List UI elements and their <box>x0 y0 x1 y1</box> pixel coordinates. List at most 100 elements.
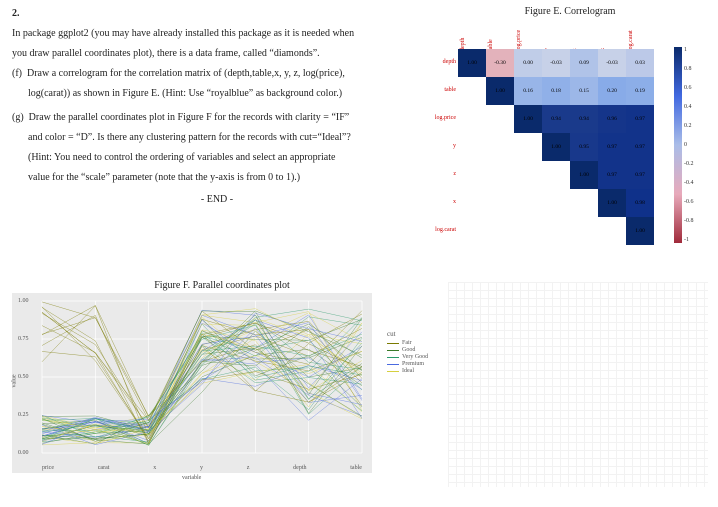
colorbar-tick: 0.6 <box>684 85 694 91</box>
colorbar-tick: -0.4 <box>684 180 694 186</box>
question-text: 2. In package ggplot2 (you may have alre… <box>12 6 422 212</box>
corr-cell: 0.95 <box>570 133 598 161</box>
corr-cell: 1.00 <box>486 77 514 105</box>
item-g-line3: (Hint: You need to control the ordering … <box>12 150 422 166</box>
corr-cell: 0.18 <box>542 77 570 105</box>
parallel-y-tick: 0.00 <box>18 450 29 456</box>
blank-grid-area <box>448 282 708 487</box>
parallel-title: Figure F. Parallel coordinates plot <box>12 280 432 291</box>
parallel-y-tick: 0.25 <box>18 412 29 418</box>
corr-cell: 0.97 <box>626 133 654 161</box>
colorbar-tick: 0 <box>684 142 694 148</box>
colorbar-tick: -1 <box>684 237 694 243</box>
parallel-svg <box>12 293 372 473</box>
corr-cell: -0.03 <box>598 49 626 77</box>
legend-label: Ideal <box>402 368 414 374</box>
colorbar-labels: 10.80.60.40.20-0.2-0.4-0.6-0.8-1 <box>684 47 694 243</box>
parallel-x-tick: carat <box>98 465 110 471</box>
corr-cell: 1.00 <box>570 161 598 189</box>
corr-row-label: z <box>430 171 456 177</box>
legend-label: Very Good <box>402 354 428 360</box>
legend-swatch <box>387 350 399 351</box>
corr-cell: 0.98 <box>626 189 654 217</box>
colorbar-tick: -0.2 <box>684 161 694 167</box>
corr-cell: 0.09 <box>570 49 598 77</box>
corr-cell: 0.97 <box>626 105 654 133</box>
corr-cell: 0.96 <box>598 105 626 133</box>
corr-col-label: log.price <box>516 30 522 51</box>
corr-cell: 0.94 <box>542 105 570 133</box>
corr-row-label: x <box>430 199 456 205</box>
colorbar-tick: -0.8 <box>684 218 694 224</box>
intro-line2: you draw parallel coordinates plot), the… <box>12 46 422 62</box>
parallel-x-tick: z <box>247 465 250 471</box>
corr-row-label: log.carat <box>430 227 456 233</box>
corr-cell: 0.97 <box>626 161 654 189</box>
item-f-label: (f) <box>12 68 22 79</box>
item-g-line1: Draw the parallel coordinates plot in Fi… <box>29 112 350 123</box>
parallel-figure: Figure F. Parallel coordinates plot 1.00… <box>12 280 432 473</box>
item-f-line1: Draw a correlogram for the correlation m… <box>27 68 345 79</box>
legend-item: Good <box>387 347 428 353</box>
colorbar-tick: 0.8 <box>684 66 694 72</box>
corr-cell: 0.16 <box>514 77 542 105</box>
legend-swatch <box>387 357 399 358</box>
legend-item: Fair <box>387 340 428 346</box>
corr-cell: 0.15 <box>570 77 598 105</box>
legend-label: Premium <box>402 361 424 367</box>
parallel-x-axis-label: variable <box>182 475 201 481</box>
legend-swatch <box>387 371 399 372</box>
legend-item: Premium <box>387 361 428 367</box>
correlogram-grid: depthtablelog.priceyzxlog.caratdepth1.00… <box>430 21 670 261</box>
item-g-line4: value for the “scale” parameter (note th… <box>12 170 422 186</box>
corr-cell: 1.00 <box>542 133 570 161</box>
parallel-x-ticks: price carat x y z depth table <box>42 465 362 471</box>
parallel-x-tick: price <box>42 465 54 471</box>
corr-cell: 0.00 <box>514 49 542 77</box>
parallel-legend: cut FairGoodVery GoodPremiumIdeal <box>387 330 428 375</box>
parallel-plot: 1.00 0.75 0.50 0.25 0.00 price carat x y z depth t… <box>12 293 372 473</box>
intro-line1: In package ggplot2 (you may have already… <box>12 26 422 42</box>
parallel-y-axis-label: value <box>12 375 18 388</box>
corr-cell: 0.97 <box>598 161 626 189</box>
corr-cell: 0.03 <box>626 49 654 77</box>
corr-cell: 1.00 <box>458 49 486 77</box>
correlogram-figure: Figure E. Correlogram depthtablelog.pric… <box>430 6 710 261</box>
corr-cell: 1.00 <box>626 217 654 245</box>
legend-item: Very Good <box>387 354 428 360</box>
parallel-x-tick: x <box>153 465 156 471</box>
item-g-label: (g) <box>12 112 24 123</box>
parallel-y-tick: 1.00 <box>18 298 29 304</box>
parallel-y-tick: 0.75 <box>18 336 29 342</box>
end-marker: - END - <box>12 192 422 208</box>
corr-row-label: y <box>430 143 456 149</box>
legend-swatch <box>387 364 399 365</box>
correlogram-title: Figure E. Correlogram <box>430 6 710 17</box>
corr-row-label: log.price <box>430 115 456 121</box>
item-f: (f) Draw a correlogram for the correlati… <box>12 66 422 82</box>
corr-cell: 0.20 <box>598 77 626 105</box>
parallel-x-tick: y <box>200 465 203 471</box>
corr-cell: 0.94 <box>570 105 598 133</box>
corr-cell: 0.97 <box>598 133 626 161</box>
corr-col-label: log.carat <box>628 30 634 51</box>
parallel-x-tick: depth <box>293 465 306 471</box>
corr-cell: 0.19 <box>626 77 654 105</box>
colorbar-tick: 0.4 <box>684 104 694 110</box>
corr-row-label: depth <box>430 59 456 65</box>
corr-cell: -0.03 <box>542 49 570 77</box>
item-g-line2: and color = “D”. Is there any clustering… <box>12 130 422 146</box>
corr-cell: 1.00 <box>514 105 542 133</box>
colorbar <box>674 47 682 243</box>
legend-item: Ideal <box>387 368 428 374</box>
corr-cell: -0.30 <box>486 49 514 77</box>
colorbar-tick: -0.6 <box>684 199 694 205</box>
item-f-line2: log(carat)) as shown in Figure E. (Hint:… <box>12 86 422 102</box>
colorbar-tick: 0.2 <box>684 123 694 129</box>
item-g: (g) Draw the parallel coordinates plot i… <box>12 110 422 126</box>
parallel-x-tick: table <box>350 465 362 471</box>
legend-swatch <box>387 343 399 344</box>
parallel-y-tick: 0.50 <box>18 374 29 380</box>
corr-cell: 1.00 <box>598 189 626 217</box>
question-number: 2. <box>12 6 422 22</box>
